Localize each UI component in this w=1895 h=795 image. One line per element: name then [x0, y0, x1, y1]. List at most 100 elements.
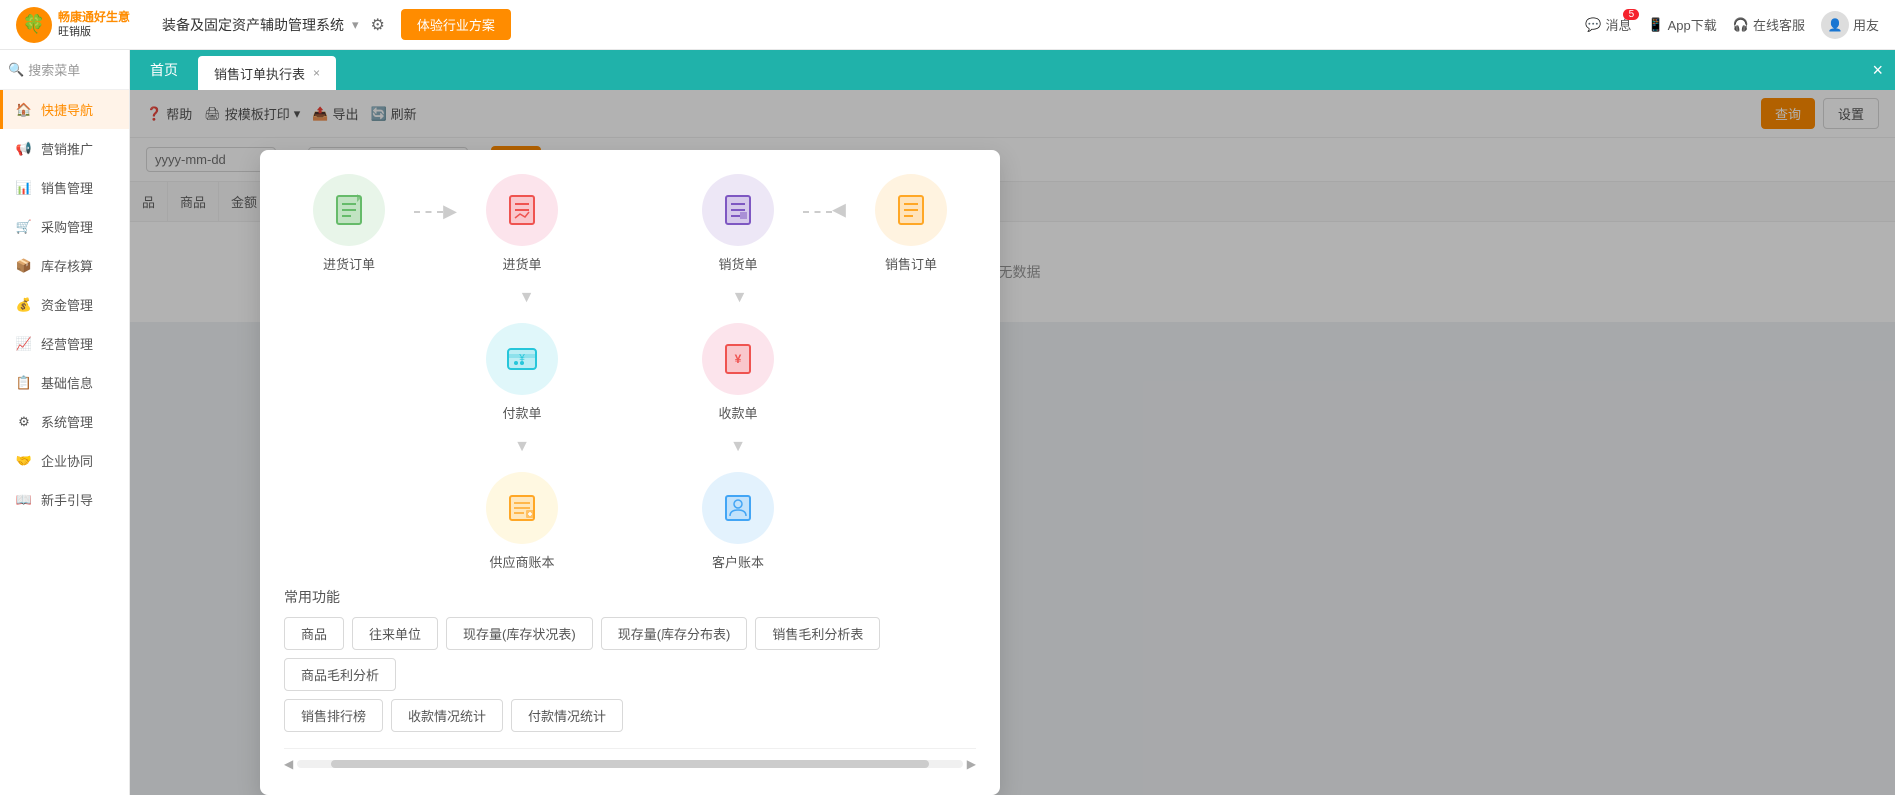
sidebar-item-basic-info[interactable]: 📋 基础信息	[0, 363, 129, 402]
search-icon: 🔍	[8, 62, 24, 78]
sidebar-item-operations[interactable]: 📈 经营管理	[0, 324, 129, 363]
flow-item-receipt[interactable]: ¥ 收款单	[673, 323, 803, 422]
btn-sales-margin[interactable]: 销售毛利分析表	[755, 617, 880, 650]
modal-scrollbar: ◀ ▶	[284, 748, 976, 771]
tab-bar-close-icon[interactable]: ×	[1872, 60, 1883, 81]
supplier-circle	[486, 472, 558, 544]
main-area: 🔍 搜索菜单 🏠 快捷导航 📢 营销推广 📊 销售管理 🛒 采购管理	[0, 50, 1895, 795]
sales-bill-circle	[702, 174, 774, 246]
content-area: 首页 销售订单执行表 × × ❓ 帮助 🖨 按模板打印	[130, 50, 1895, 795]
newbie-icon: 📖	[15, 491, 33, 509]
scroll-track[interactable]	[297, 760, 963, 768]
tab-close-icon[interactable]: ×	[313, 66, 320, 80]
flow-row-1: 进货订单 ▶	[284, 174, 976, 273]
sidebar-item-inventory[interactable]: 📦 库存核算	[0, 246, 129, 285]
inventory-icon: 📦	[15, 257, 33, 275]
service-icon: 🎧	[1733, 17, 1749, 33]
quick-nav-icon: 🏠	[15, 101, 33, 119]
sidebar-item-sales[interactable]: 📊 销售管理	[0, 168, 129, 207]
btn-payment-stats[interactable]: 付款情况统计	[511, 699, 623, 732]
sidebar-item-enterprise[interactable]: 🤝 企业协同	[0, 441, 129, 480]
purchase-bill-circle	[486, 174, 558, 246]
tab-home[interactable]: 首页	[130, 50, 198, 90]
sidebar-item-marketing[interactable]: 📢 营销推广	[0, 129, 129, 168]
scroll-left-arrow[interactable]: ◀	[284, 757, 293, 771]
logo-area: 🍀 畅康通好生意 旺销版	[16, 7, 146, 43]
topbar-right: 💬 消息 5 📱 App下载 🎧 在线客服 👤 用友	[1585, 11, 1879, 39]
operations-icon: 📈	[15, 335, 33, 353]
purchase-icon: 🛒	[15, 218, 33, 236]
finance-icon: 💰	[15, 296, 33, 314]
sales-bill-label: 销货单	[718, 254, 757, 273]
payment-icon: ¥	[504, 341, 540, 377]
tab-active[interactable]: 销售订单执行表 ×	[198, 56, 336, 90]
sidebar-item-label: 销售管理	[41, 178, 93, 197]
active-tab-label: 销售订单执行表	[214, 64, 305, 83]
sidebar-item-purchase[interactable]: 🛒 采购管理	[0, 207, 129, 246]
flow-item-purchase-bill[interactable]: 进货单	[457, 174, 587, 273]
basic-info-icon: 📋	[15, 374, 33, 392]
sidebar-item-newbie[interactable]: 📖 新手引导	[0, 480, 129, 519]
sidebar-item-system[interactable]: ⚙ 系统管理	[0, 402, 129, 441]
payment-circle: ¥	[486, 323, 558, 395]
message-icon: 💬	[1585, 17, 1601, 33]
sidebar-item-quick-nav[interactable]: 🏠 快捷导航	[0, 90, 129, 129]
sales-icon: 📊	[15, 179, 33, 197]
arrow-down-pay: ▼	[457, 438, 587, 456]
btn-goods[interactable]: 商品	[284, 617, 344, 650]
app-download-icon: 📱	[1647, 17, 1663, 33]
flow-item-payment[interactable]: ¥ 付款单	[457, 323, 587, 422]
purchase-bill-icon	[504, 192, 540, 228]
sidebar-item-label: 基础信息	[41, 373, 93, 392]
btn-sales-ranking[interactable]: 销售排行榜	[284, 699, 383, 732]
sidebar-item-finance[interactable]: 💰 资金管理	[0, 285, 129, 324]
logo-text: 畅康通好生意 旺销版	[58, 10, 130, 40]
arrow-so-to-sb: ▶	[803, 201, 846, 222]
flow-item-customer[interactable]: 客户账本	[673, 472, 803, 571]
sidebar-item-label: 系统管理	[41, 412, 93, 431]
btn-partners[interactable]: 往来单位	[352, 617, 438, 650]
search-label: 搜索菜单	[28, 60, 80, 79]
scroll-thumb	[331, 760, 930, 768]
customer-circle	[702, 472, 774, 544]
system-name: 装备及固定资产辅助管理系统	[162, 15, 344, 35]
flow-item-supplier[interactable]: 供应商账本	[457, 472, 587, 571]
online-service-button[interactable]: 🎧 在线客服	[1733, 15, 1805, 34]
sidebar: 🔍 搜索菜单 🏠 快捷导航 📢 营销推广 📊 销售管理 🛒 采购管理	[0, 50, 130, 795]
btn-receipt-stats[interactable]: 收款情况统计	[391, 699, 503, 732]
arrow-po-to-pb: ▶	[414, 201, 457, 222]
search-inner[interactable]: 🔍 搜索菜单	[8, 60, 121, 79]
enterprise-icon: 🤝	[15, 452, 33, 470]
receipt-icon: ¥	[720, 341, 756, 377]
svg-text:¥: ¥	[518, 353, 525, 364]
flow-item-purchase-order[interactable]: 进货订单	[284, 174, 414, 273]
system-dropdown-icon[interactable]: ▾	[352, 17, 359, 33]
message-badge: 5	[1623, 9, 1639, 20]
system-settings-icon[interactable]: ⚙	[371, 15, 385, 35]
sidebar-item-label: 快捷导航	[41, 100, 93, 119]
scroll-right-arrow[interactable]: ▶	[967, 757, 976, 771]
top-bar: 🍀 畅康通好生意 旺销版 装备及固定资产辅助管理系统 ▾ ⚙ 体验行业方案 💬 …	[0, 0, 1895, 50]
receipt-label: 收款单	[718, 403, 757, 422]
customer-icon	[720, 490, 756, 526]
btn-stock-distribution[interactable]: 现存量(库存分布表)	[601, 617, 748, 650]
sidebar-item-label: 采购管理	[41, 217, 93, 236]
common-buttons-row1: 商品 往来单位 现存量(库存状况表) 现存量(库存分布表) 销售毛利分析表 商品…	[284, 617, 976, 691]
flow-item-sales-bill[interactable]: 销货单	[673, 174, 803, 273]
btn-stock-status[interactable]: 现存量(库存状况表)	[446, 617, 593, 650]
customer-label: 客户账本	[712, 552, 764, 571]
sidebar-item-label: 经营管理	[41, 334, 93, 353]
app-download-button[interactable]: 📱 App下载	[1647, 15, 1716, 34]
flow-arrows-down: ▼ ▼	[284, 289, 976, 307]
service-label: 在线客服	[1753, 15, 1805, 34]
sidebar-search[interactable]: 🔍 搜索菜单	[0, 50, 129, 90]
purchase-order-label: 进货订单	[323, 254, 375, 273]
experience-button[interactable]: 体验行业方案	[401, 9, 511, 40]
sales-order-label: 销售订单	[885, 254, 937, 273]
btn-goods-margin[interactable]: 商品毛利分析	[284, 658, 396, 691]
arrow-down-sb: ▼	[675, 289, 805, 307]
flow-item-sales-order[interactable]: 销售订单	[846, 174, 976, 273]
message-button[interactable]: 💬 消息 5	[1585, 15, 1631, 34]
user-area[interactable]: 👤 用友	[1821, 11, 1879, 39]
marketing-icon: 📢	[15, 140, 33, 158]
